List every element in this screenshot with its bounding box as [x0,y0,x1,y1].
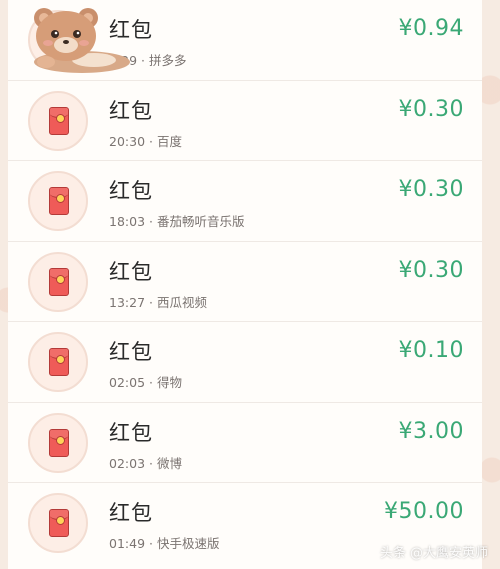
transaction-title: 红包 [109,179,153,203]
transaction-title: 红包 [109,340,153,364]
transaction-row-4[interactable]: 红包 13:27 · 西瓜视频 ¥0.30 [8,242,482,322]
transaction-subtitle: 20:30 · 百度 [109,133,182,149]
transaction-time: 02:03 [109,455,146,471]
transaction-time: 18:03 [109,214,146,229]
red-envelope-avatar [28,412,88,473]
transaction-row-2[interactable]: 红包 20:30 · 百度 ¥0.30 [8,81,482,161]
transaction-source: 百度 [156,133,182,149]
red-envelope-icon [49,106,69,135]
transaction-time: 02:05 [109,375,146,390]
red-envelope-avatar [28,332,88,392]
transaction-time: 13:27 [109,294,146,310]
transaction-amount: ¥0.30 [398,96,464,122]
transaction-row-6[interactable]: 红包 02:03 · 微博 ¥3.00 [8,403,482,483]
transaction-title: 红包 [109,501,153,525]
transaction-title: 红包 [109,98,153,123]
transaction-subtitle: 02:05 · 得物 [109,375,182,390]
red-envelope-avatar [28,90,88,151]
red-envelope-icon [49,509,69,537]
bear-sticker-icon [34,8,130,73]
transaction-subtitle: 13:27 · 西瓜视频 [109,294,207,310]
transaction-time: 20:30 [109,133,146,149]
red-envelope-icon [49,348,69,376]
red-envelope-avatar [28,493,88,553]
transaction-card: 红包 2:29 · 拼多多 ¥0.94 红包 20:30 · 百度 ¥0.30 … [8,0,482,569]
transaction-row-5[interactable]: 红包 02:05 · 得物 ¥0.10 [8,322,482,403]
transaction-title: 红包 [109,420,153,445]
transaction-row-3[interactable]: 红包 18:03 · 番茄畅听音乐版 ¥0.30 [8,161,482,242]
red-envelope-icon [49,428,69,457]
red-envelope-avatar [28,251,88,312]
transaction-amount: ¥0.94 [398,16,464,41]
transaction-subtitle: 18:03 · 番茄畅听音乐版 [109,214,245,229]
transaction-source: 快手极速版 [156,536,220,551]
transaction-time: 01:49 [109,536,146,551]
transaction-title: 红包 [109,259,153,284]
transaction-subtitle: 01:49 · 快手极速版 [109,536,220,551]
transaction-amount: ¥0.10 [398,338,464,363]
transaction-source: 番茄畅听音乐版 [156,214,245,229]
transaction-amount: ¥50.00 [384,499,464,524]
red-envelope-icon [49,187,69,215]
transaction-amount: ¥0.30 [398,177,464,202]
red-envelope-avatar [28,171,88,231]
transaction-amount: ¥0.30 [398,257,464,283]
transaction-source: 微博 [156,455,182,471]
transaction-list: 红包 2:29 · 拼多多 ¥0.94 红包 20:30 · 百度 ¥0.30 … [8,0,482,564]
transaction-subtitle: 02:03 · 微博 [109,455,182,471]
transaction-source: 得物 [156,375,182,390]
transaction-amount: ¥3.00 [398,418,464,444]
transaction-source: 西瓜视频 [156,294,207,310]
transaction-source: 拼多多 [149,53,187,68]
red-envelope-icon [49,267,69,296]
watermark: 头条 @大鹰安英师 [379,546,488,561]
